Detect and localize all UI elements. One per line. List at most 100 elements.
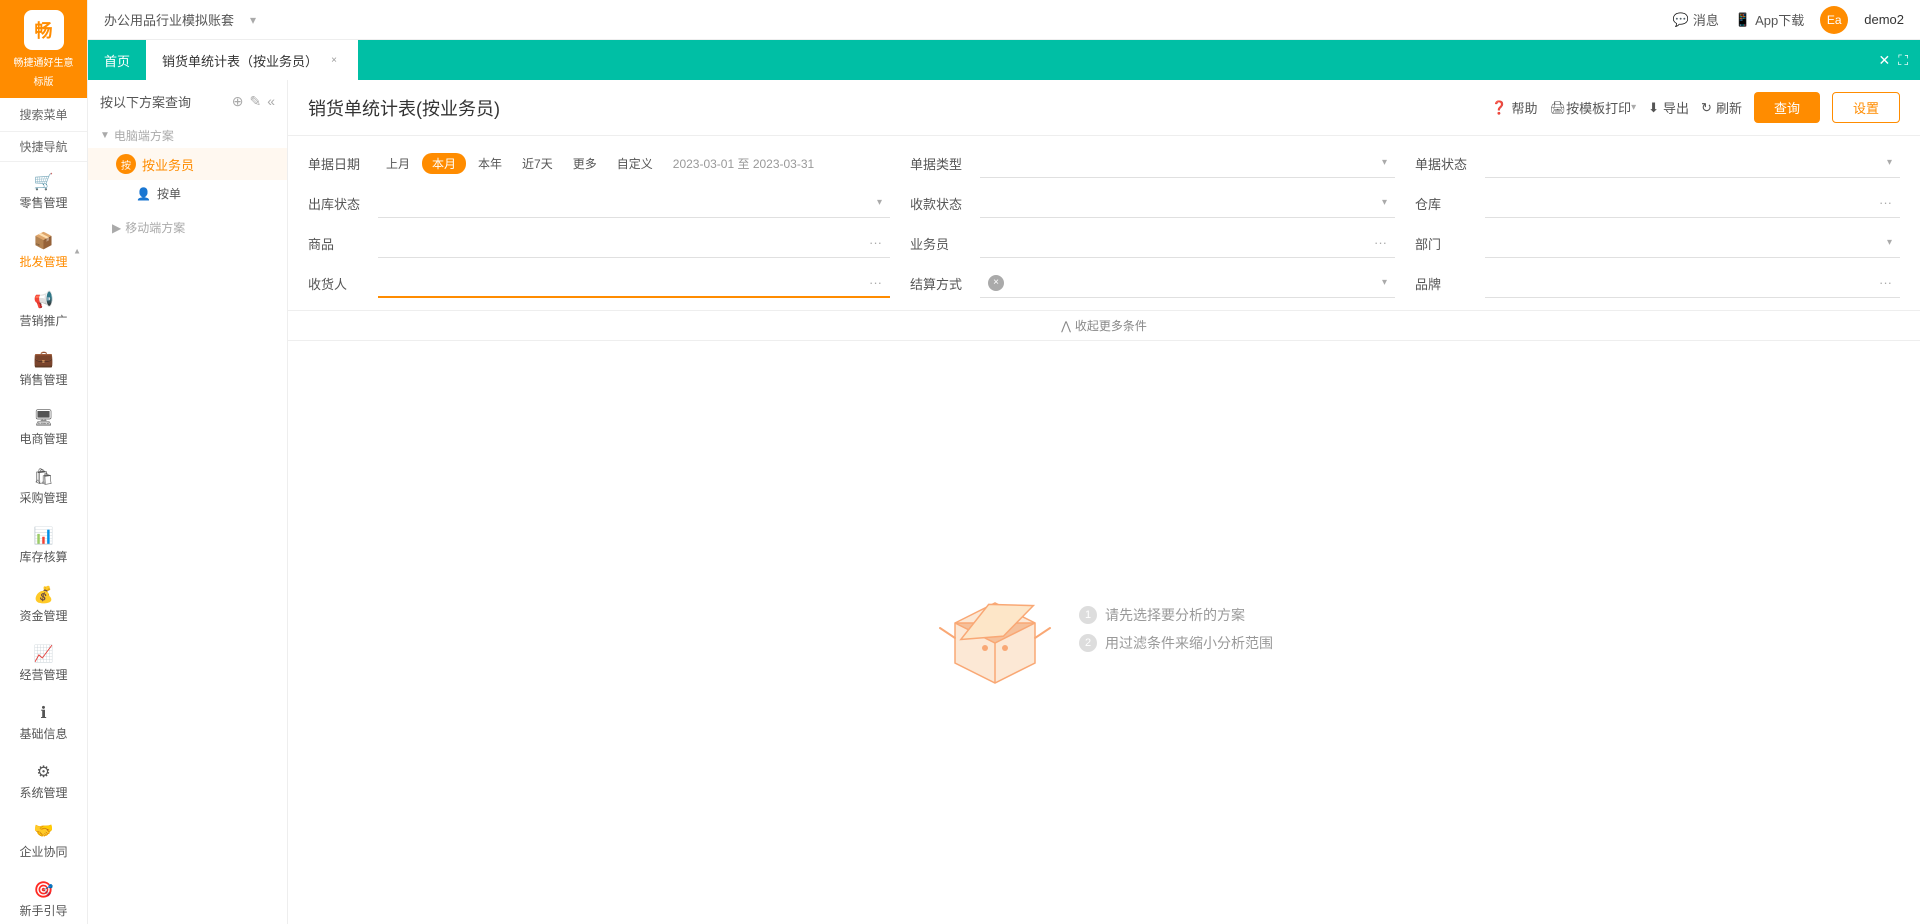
filter-area: 单据日期 上月 本月 本年 近7天 更多 自定义 2023-03-01 至 20… <box>288 136 1920 311</box>
tab-active[interactable]: 销货单统计表（按业务员） × <box>146 40 358 80</box>
date-btn-7days[interactable]: 近7天 <box>514 153 561 174</box>
settlement-clear-button[interactable]: × <box>988 275 1004 291</box>
window-maximize-button[interactable]: ⛶ <box>1898 52 1908 69</box>
filter-col-doc-type: 单据类型 ▾ <box>910 148 1395 178</box>
date-btn-more[interactable]: 更多 <box>565 153 605 174</box>
out-status-label: 出库状态 <box>308 194 378 213</box>
sidebar-item-marketing-label: 营销推广 <box>19 312 67 329</box>
out-status-input[interactable]: ▾ <box>378 188 890 218</box>
filter-col-department: 部门 ▾ <box>1415 228 1900 258</box>
help-label: 帮助 <box>1512 98 1538 117</box>
empty-state-icon <box>935 573 1055 693</box>
search-menu-label: 搜索菜单 <box>19 108 67 122</box>
message-action[interactable]: 💬 消息 <box>1673 10 1719 29</box>
quick-nav-item[interactable]: 快捷导航 <box>0 132 87 162</box>
step-1-number: 1 <box>1079 606 1097 624</box>
sidebar-item-newuser[interactable]: 🎯 新手引导 <box>0 870 87 924</box>
sidebar-item-retail[interactable]: 🛒 零售管理 <box>0 162 87 221</box>
help-action[interactable]: ❓ 帮助 <box>1491 98 1537 117</box>
avatar[interactable]: Ea <box>1820 6 1848 34</box>
app-download-action[interactable]: 📱 App下载 <box>1735 10 1804 29</box>
sidebar-item-operations-label: 经营管理 <box>19 666 67 683</box>
collapse-panel-icon[interactable]: « <box>267 93 275 110</box>
date-btn-last-month[interactable]: 上月 <box>378 153 418 174</box>
out-status-arrow: ▾ <box>877 197 882 208</box>
username[interactable]: demo2 <box>1864 12 1904 27</box>
date-btn-this-year[interactable]: 本年 <box>470 153 510 174</box>
product-input[interactable]: ··· <box>378 228 890 258</box>
pc-group-label[interactable]: ▼ 电脑端方案 <box>88 123 287 148</box>
query-button[interactable]: 查询 <box>1754 92 1820 123</box>
department-input[interactable]: ▾ <box>1485 228 1900 258</box>
topbar-dropdown-icon[interactable]: ▾ <box>250 13 256 27</box>
print-dropdown-arrow[interactable]: ▾ <box>1631 102 1636 113</box>
print-action[interactable]: 🖨 按模板打印 ▾ <box>1550 98 1637 117</box>
sidebar-item-purchase[interactable]: 🛍 采购管理 <box>0 457 87 516</box>
finance-icon: 💰 <box>34 585 54 605</box>
empty-steps: 1 请先选择要分析的方案 2 用过滤条件来缩小分析范围 <box>1079 605 1273 661</box>
sidebar-item-marketing[interactable]: 📢 营销推广 <box>0 280 87 339</box>
sidebar-item-inventory[interactable]: 📊 库存核算 <box>0 516 87 575</box>
payment-status-input[interactable]: ▾ <box>980 188 1395 218</box>
app-logo[interactable]: 畅 畅捷通好生意 标版 <box>0 0 87 98</box>
payment-status-arrow: ▾ <box>1382 197 1387 208</box>
search-menu-item[interactable]: 搜索菜单 <box>0 98 87 132</box>
topbar-title[interactable]: 办公用品行业模拟账套 <box>104 10 234 29</box>
warehouse-input[interactable]: ··· <box>1485 188 1900 218</box>
print-label: 按模板打印 <box>1566 98 1631 117</box>
avatar-text: Ea <box>1827 13 1842 27</box>
sidebar-item-wholesale[interactable]: 📦 批发管理 <box>0 221 87 280</box>
system-icon: ⚙ <box>36 762 50 782</box>
collapse-arrow-icon: ⋀ <box>1061 319 1071 333</box>
doc-status-input[interactable]: ▾ <box>1485 148 1900 178</box>
brand-input[interactable]: ··· <box>1485 268 1900 298</box>
tab-home[interactable]: 首页 <box>88 40 146 80</box>
date-btn-this-month[interactable]: 本月 <box>422 153 466 174</box>
settlement-input[interactable]: × ▾ <box>980 268 1395 298</box>
recipient-input[interactable]: ··· <box>378 268 890 298</box>
sidebar-item-finance[interactable]: 💰 资金管理 <box>0 575 87 634</box>
marketing-icon: 📢 <box>34 290 54 310</box>
app-download-label: App下载 <box>1755 10 1804 29</box>
sidebar-item-ecommerce[interactable]: 🖥 电商管理 <box>0 398 87 457</box>
collapse-button[interactable]: ⋀ 收起更多条件 <box>1061 317 1147 334</box>
tab-home-label: 首页 <box>104 51 130 70</box>
window-close-button[interactable]: ✕ <box>1878 52 1890 69</box>
doc-type-input[interactable]: ▾ <box>980 148 1395 178</box>
tab-close-button[interactable]: × <box>326 52 342 68</box>
left-panel-header-label: 按以下方案查询 <box>100 92 224 111</box>
mobile-group-label[interactable]: ▶ 移动端方案 <box>88 215 287 240</box>
sidebar-item-corp[interactable]: 🤝 企业协同 <box>0 811 87 870</box>
export-icon: ⬇ <box>1648 100 1659 116</box>
refresh-icon: ↻ <box>1701 100 1712 116</box>
sidebar-item-finance-label: 资金管理 <box>19 607 67 624</box>
tree-item-salesperson[interactable]: 按 按业务员 <box>88 148 287 180</box>
main-area: 办公用品行业模拟账套 ▾ 💬 消息 📱 App下载 Ea demo2 首页 销货… <box>88 0 1920 924</box>
brand-label: 品牌 <box>1415 274 1485 293</box>
refresh-action[interactable]: ↻ 刷新 <box>1701 98 1742 117</box>
left-panel-header: 按以下方案查询 ⊕ ✎ « <box>88 92 287 119</box>
sidebar: 畅 畅捷通好生意 标版 搜索菜单 快捷导航 🛒 零售管理 📦 批发管理 📢 营销… <box>0 0 88 924</box>
date-group: 上月 本月 本年 近7天 更多 自定义 2023-03-01 至 2023-03… <box>378 153 890 174</box>
pc-tree-group: ▼ 电脑端方案 按 按业务员 👤 按单 <box>88 119 287 211</box>
newuser-icon: 🎯 <box>34 880 54 900</box>
filter-col-recipient: 收货人 ··· <box>308 268 890 298</box>
sidebar-item-basic-label: 基础信息 <box>19 725 67 742</box>
sidebar-item-sales[interactable]: 💼 销售管理 <box>0 339 87 398</box>
settings-button[interactable]: 设置 <box>1832 92 1900 123</box>
sidebar-item-basic[interactable]: ℹ 基础信息 <box>0 693 87 752</box>
sidebar-item-operations[interactable]: 📈 经营管理 <box>0 634 87 693</box>
export-action[interactable]: ⬇ 导出 <box>1648 98 1689 117</box>
salesperson-dots: ··· <box>1374 235 1387 250</box>
order-item-person-icon: 👤 <box>136 187 151 201</box>
add-scheme-icon[interactable]: ⊕ <box>232 93 244 110</box>
edit-scheme-icon[interactable]: ✎ <box>249 93 261 110</box>
salesperson-input[interactable]: ··· <box>980 228 1395 258</box>
tree-sub-item-order[interactable]: 👤 按单 <box>88 180 287 207</box>
help-icon: ❓ <box>1491 100 1507 116</box>
date-btn-custom[interactable]: 自定义 <box>609 153 661 174</box>
left-panel: 按以下方案查询 ⊕ ✎ « ▼ 电脑端方案 按 按业务员 <box>88 80 288 924</box>
sidebar-item-system[interactable]: ⚙ 系统管理 <box>0 752 87 811</box>
sidebar-item-wholesale-label: 批发管理 <box>19 253 67 270</box>
filter-col-settlement: 结算方式 × ▾ <box>910 268 1395 298</box>
